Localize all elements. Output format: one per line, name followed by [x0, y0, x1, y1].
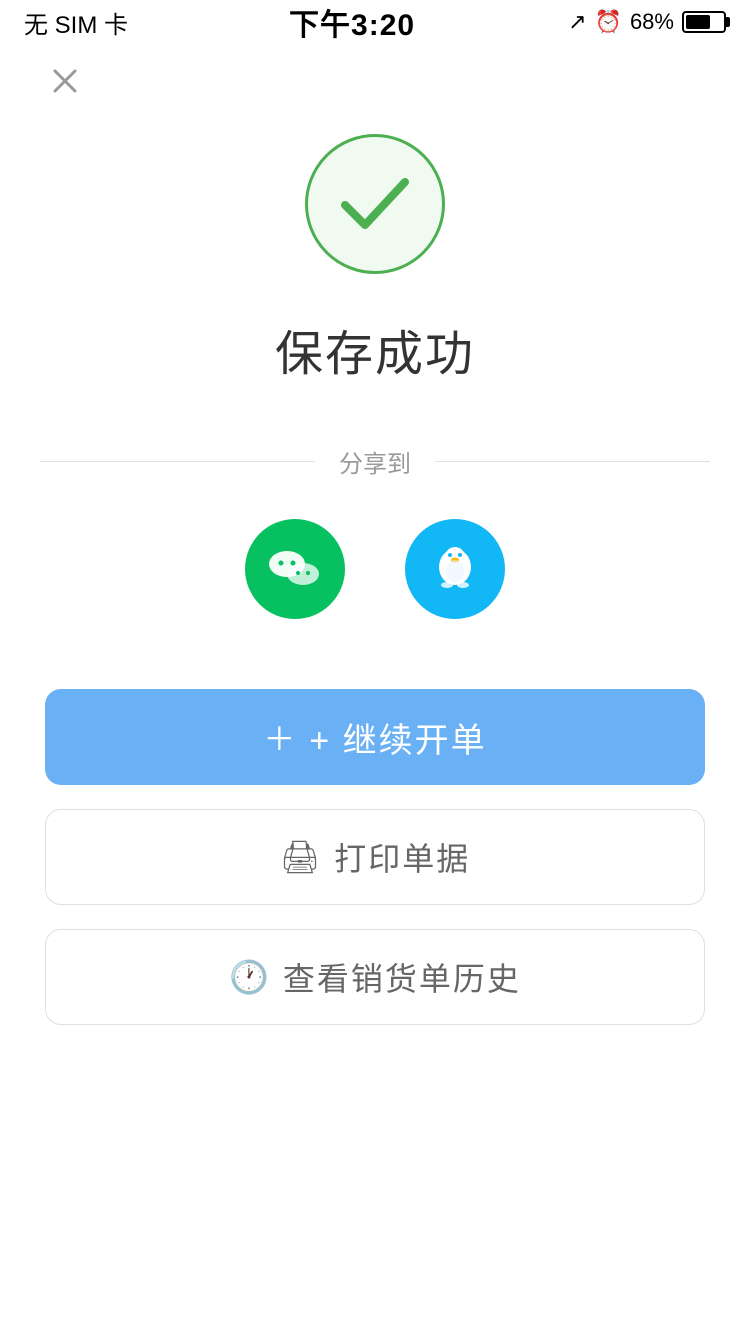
success-title: 保存成功 — [275, 314, 475, 384]
qq-share-button[interactable] — [405, 519, 505, 619]
status-left: 无 SIM 卡 — [24, 5, 136, 40]
qq-icon — [425, 539, 485, 599]
history-button[interactable]: 🕐 查看销货单历史 — [45, 929, 705, 1025]
carrier-text: 无 SIM 卡 — [24, 5, 128, 40]
share-divider: 分享到 — [0, 444, 750, 479]
status-time: 下午3:20 — [289, 0, 415, 44]
continue-icon: ＋ — [263, 714, 297, 760]
history-label: 查看销货单历史 — [283, 954, 521, 1000]
success-circle — [305, 134, 445, 274]
print-label: 打印单据 — [334, 834, 470, 880]
history-icon: 🕐 — [229, 958, 271, 996]
share-icons — [245, 519, 505, 619]
main-content: 保存成功 分享到 — [0, 44, 750, 1025]
alarm-icon: ⏰ — [595, 9, 622, 35]
status-bar: 无 SIM 卡 下午3:20 ↗ ⏰ 68% — [0, 0, 750, 44]
battery-percent: 68% — [630, 9, 674, 35]
checkmark-icon — [340, 177, 410, 232]
status-right: ↗ ⏰ 68% — [568, 9, 726, 35]
action-buttons: ＋ + 继续开单 🖨 打印单据 🕐 查看销货单历史 — [45, 689, 705, 1025]
location-icon: ↗ — [568, 9, 586, 35]
divider-left — [40, 461, 315, 462]
continue-label: + 继续开单 — [309, 713, 486, 762]
share-label: 分享到 — [315, 444, 435, 479]
battery-icon — [682, 11, 726, 33]
continue-button[interactable]: ＋ + 继续开单 — [45, 689, 705, 785]
close-button[interactable] — [40, 56, 90, 106]
wechat-share-button[interactable] — [245, 519, 345, 619]
print-icon: 🖨 — [280, 838, 323, 876]
divider-right — [435, 461, 710, 462]
wechat-icon — [265, 544, 325, 594]
print-button[interactable]: 🖨 打印单据 — [45, 809, 705, 905]
